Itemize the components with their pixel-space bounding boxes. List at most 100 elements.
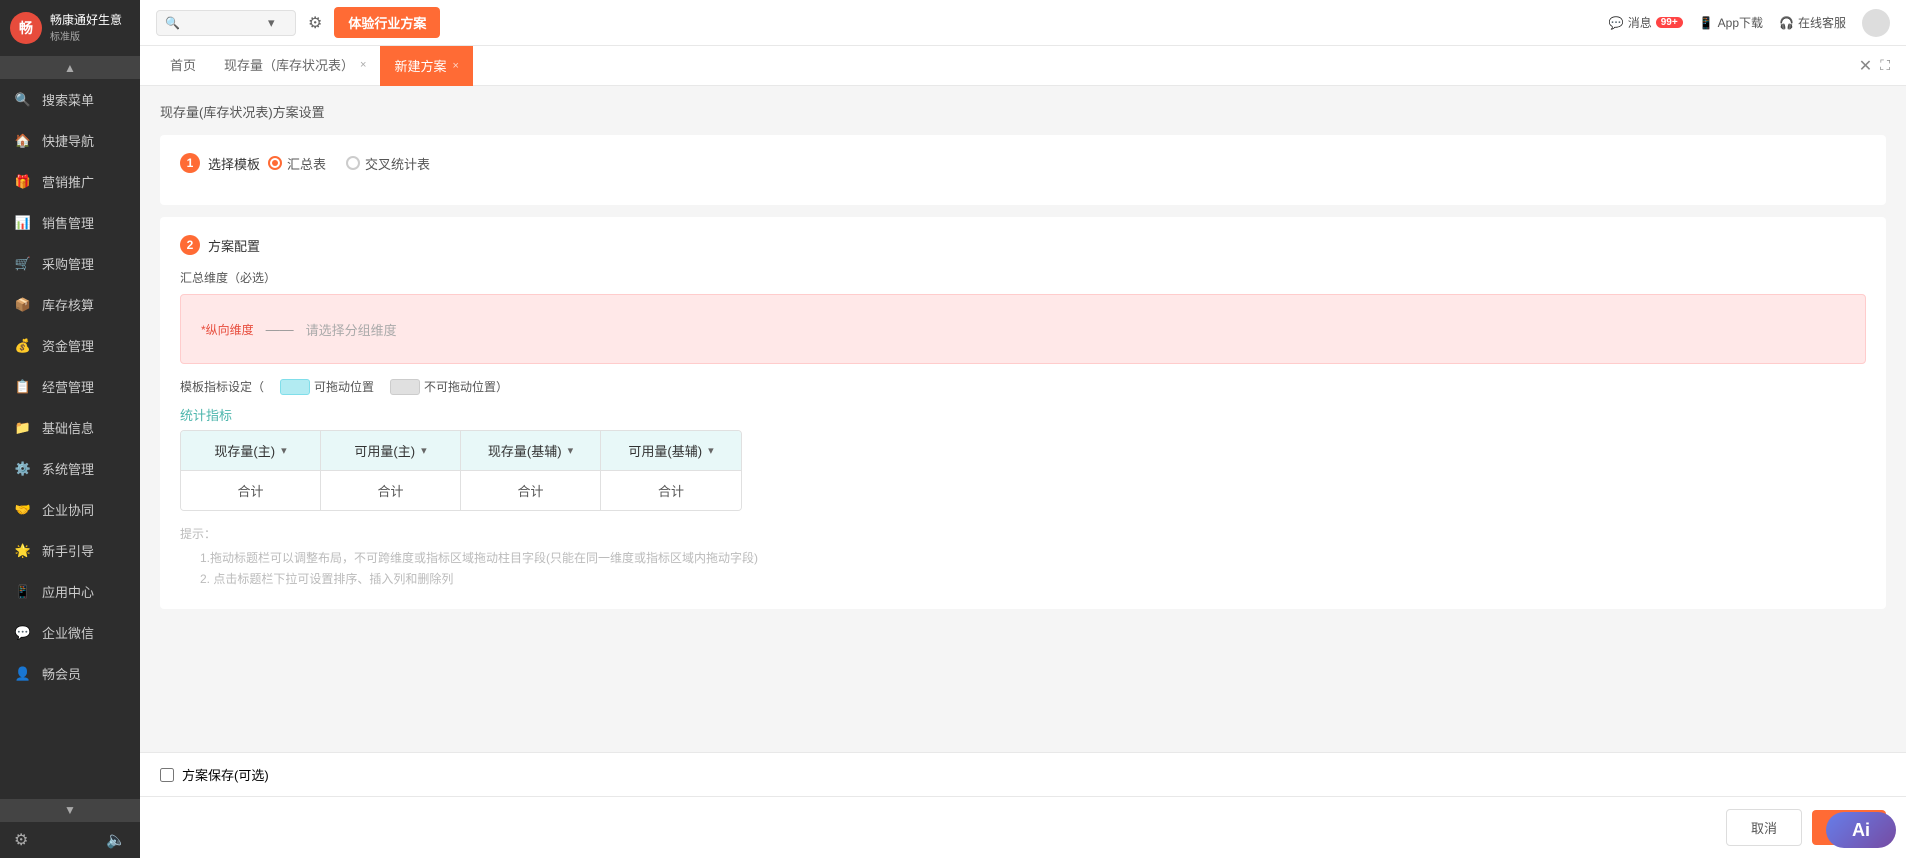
tips-item-1: 2. 点击标题栏下拉可设置排序、插入列和删除列 xyxy=(200,569,1866,591)
save-checkbox[interactable] xyxy=(160,768,174,782)
stats-cell-2: 合计 xyxy=(461,471,601,510)
stats-col-0[interactable]: 现存量(主) ▾ xyxy=(181,431,321,470)
quick-nav-icon: 🏠 xyxy=(14,132,32,150)
stats-label: 统计指标 xyxy=(180,405,1866,424)
audio-icon[interactable]: 🔈 xyxy=(106,830,126,850)
sidebar-nav: 🔍 搜索菜单 🏠 快捷导航 🎁 营销推广 📊 销售管理 🛒 采购管理 📦 库存核… xyxy=(0,79,140,799)
sidebar-item-inventory[interactable]: 📦 库存核算 xyxy=(0,284,140,325)
stats-col-1-label: 可用量(主) xyxy=(354,441,415,460)
sidebar-logo: 畅 畅康通好生意 标准版 xyxy=(0,0,140,57)
expand-window-icon[interactable]: ⛶ xyxy=(1880,57,1890,74)
tab-new-scheme[interactable]: 新建方案 × xyxy=(380,46,472,86)
tab-inventory-label: 现存量（库存状况表） xyxy=(224,55,354,74)
sidebar-item-basic[interactable]: 📁 基础信息 xyxy=(0,407,140,448)
dim-required-mark: *纵向维度 xyxy=(201,321,254,338)
phone-icon: 📱 xyxy=(1699,16,1714,30)
stats-col-3-arrow[interactable]: ▾ xyxy=(708,444,714,457)
sidebar-item-quick-nav[interactable]: 🏠 快捷导航 xyxy=(0,120,140,161)
section-config: 2 方案配置 汇总维度（必选） *纵向维度 —— 请选择分组维度 模板指标设定（… xyxy=(160,217,1886,609)
close-window-icon[interactable]: ✕ xyxy=(1859,56,1872,76)
sidebar-item-label: 企业协同 xyxy=(42,500,94,519)
app-edition: 标准版 xyxy=(50,28,122,43)
sidebar-item-system[interactable]: ⚙️ 系统管理 xyxy=(0,448,140,489)
radio-summary[interactable]: 汇总表 xyxy=(268,154,326,173)
sidebar-item-purchase[interactable]: 🛒 采购管理 xyxy=(0,243,140,284)
message-item[interactable]: 💬 消息 99+ xyxy=(1609,14,1683,31)
sidebar-item-newbie[interactable]: 🌟 新手引导 xyxy=(0,530,140,571)
sidebar-item-label: 快捷导航 xyxy=(42,131,94,150)
basic-icon: 📁 xyxy=(14,419,32,437)
stats-col-0-label: 现存量(主) xyxy=(214,441,275,460)
tips-title: 提示： xyxy=(180,524,1866,546)
system-icon: ⚙️ xyxy=(14,460,32,478)
stats-table: 现存量(主) ▾ 可用量(主) ▾ 现存量(基辅) ▾ 可用量(基辅) xyxy=(180,430,742,511)
sidebar-item-appstore[interactable]: 📱 应用中心 xyxy=(0,571,140,612)
search-box[interactable]: 🔍 ▾ xyxy=(156,10,296,36)
stats-cell-0: 合计 xyxy=(181,471,321,510)
radio-cross-label: 交叉统计表 xyxy=(365,154,430,173)
sidebar: 畅 畅康通好生意 标准版 ▲ 🔍 搜索菜单 🏠 快捷导航 🎁 营销推广 📊 销售… xyxy=(0,0,140,858)
sidebar-item-search-menu[interactable]: 🔍 搜索菜单 xyxy=(0,79,140,120)
topbar-right: 💬 消息 99+ 📱 App下载 🎧 在线客服 xyxy=(1609,9,1890,37)
settings-icon[interactable]: ⚙ xyxy=(14,830,28,850)
radio-summary-dot xyxy=(268,156,282,170)
tab-new-scheme-label: 新建方案 xyxy=(394,56,446,75)
dim-arrow: —— xyxy=(266,321,294,337)
section-template-header: 1 选择模板 汇总表 交叉统计表 xyxy=(180,153,1866,173)
app-name: 畅康通好生意 xyxy=(50,13,122,29)
draggable-chip-label: 可拖动位置 xyxy=(314,378,374,395)
radio-summary-label: 汇总表 xyxy=(287,154,326,173)
member-icon: 👤 xyxy=(14,665,32,683)
fixed-chip-label: 不可拖动位置） xyxy=(424,378,508,395)
tab-home[interactable]: 首页 xyxy=(156,46,210,86)
online-service-item[interactable]: 🎧 在线客服 xyxy=(1779,14,1846,31)
sidebar-item-member[interactable]: 👤 畅会员 xyxy=(0,653,140,694)
finance-icon: 💰 xyxy=(14,337,32,355)
sidebar-item-finance[interactable]: 💰 资金管理 xyxy=(0,325,140,366)
purchase-icon: 🛒 xyxy=(14,255,32,273)
sidebar-item-contract[interactable]: 🤝 企业协同 xyxy=(0,489,140,530)
sidebar-item-label: 畅会员 xyxy=(42,664,81,683)
radio-cross[interactable]: 交叉统计表 xyxy=(346,154,430,173)
sidebar-item-label: 采购管理 xyxy=(42,254,94,273)
sidebar-item-label: 库存核算 xyxy=(42,295,94,314)
stats-col-3-label: 可用量(基辅) xyxy=(628,441,702,460)
sidebar-bottom: ⚙ 🔈 xyxy=(0,821,140,858)
marketing-icon: 🎁 xyxy=(14,173,32,191)
stats-cell-1: 合计 xyxy=(321,471,461,510)
sidebar-item-label: 应用中心 xyxy=(42,582,94,601)
user-avatar[interactable] xyxy=(1862,9,1890,37)
sidebar-item-operations[interactable]: 📋 经营管理 xyxy=(0,366,140,407)
cancel-button[interactable]: 取消 xyxy=(1726,809,1802,846)
sidebar-item-label: 经营管理 xyxy=(42,377,94,396)
search-dropdown-icon[interactable]: ▾ xyxy=(268,15,275,31)
stats-col-3[interactable]: 可用量(基辅) ▾ xyxy=(601,431,741,470)
sidebar-scroll-down[interactable]: ▼ xyxy=(0,799,140,821)
radio-cross-dot xyxy=(346,156,360,170)
stats-col-0-arrow[interactable]: ▾ xyxy=(281,444,287,457)
sidebar-item-marketing[interactable]: 🎁 营销推广 xyxy=(0,161,140,202)
search-input[interactable] xyxy=(184,16,264,30)
sidebar-item-label: 基础信息 xyxy=(42,418,94,437)
app-name-block: 畅康通好生意 标准版 xyxy=(50,13,122,44)
stats-col-2[interactable]: 现存量(基辅) ▾ xyxy=(461,431,601,470)
trial-button[interactable]: 体验行业方案 xyxy=(334,7,440,38)
sidebar-item-label: 营销推广 xyxy=(42,172,94,191)
tab-inventory-status[interactable]: 现存量（库存状况表） × xyxy=(210,46,380,86)
stats-table-header: 现存量(主) ▾ 可用量(主) ▾ 现存量(基辅) ▾ 可用量(基辅) xyxy=(181,431,741,471)
sidebar-scroll-up[interactable]: ▲ xyxy=(0,57,140,79)
tab-new-scheme-close-icon[interactable]: × xyxy=(452,60,458,72)
newbie-icon: 🌟 xyxy=(14,542,32,560)
tab-inventory-close-icon[interactable]: × xyxy=(360,59,366,71)
app-download-item[interactable]: 📱 App下载 xyxy=(1699,14,1763,31)
stats-col-2-arrow[interactable]: ▾ xyxy=(568,444,574,457)
ai-badge[interactable]: Ai xyxy=(1826,812,1896,848)
sidebar-item-sales[interactable]: 📊 销售管理 xyxy=(0,202,140,243)
stats-col-1[interactable]: 可用量(主) ▾ xyxy=(321,431,461,470)
stats-col-1-arrow[interactable]: ▾ xyxy=(421,444,427,457)
topbar-gear-icon[interactable]: ⚙ xyxy=(308,13,322,33)
headphone-icon: 🎧 xyxy=(1779,16,1794,30)
sidebar-item-wechat[interactable]: 💬 企业微信 xyxy=(0,612,140,653)
fixed-chip-box xyxy=(390,379,420,395)
tips-block: 提示： 1.拖动标题栏可以调整布局，不可跨维度或指标区域拖动柱目字段(只能在同一… xyxy=(180,524,1866,591)
